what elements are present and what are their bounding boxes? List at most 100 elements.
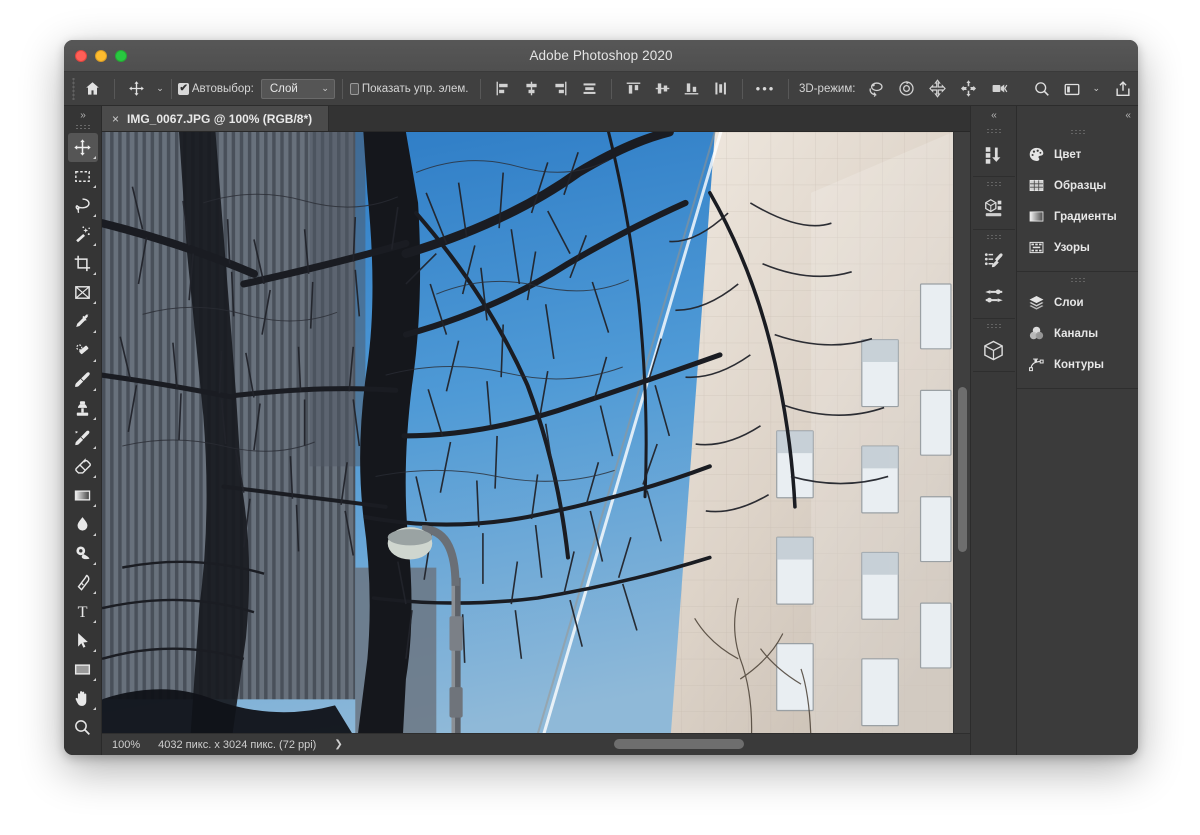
rail-group-grip[interactable]: [985, 128, 1002, 133]
window-controls[interactable]: [75, 50, 127, 62]
tool-brush[interactable]: [68, 365, 98, 394]
close-button[interactable]: [75, 50, 87, 62]
home-button[interactable]: [78, 76, 107, 102]
tool-gradient[interactable]: [68, 481, 98, 510]
panel-group-layers: Слои Каналы Контуры: [1017, 272, 1138, 389]
panel-button-3d[interactable]: [977, 335, 1011, 365]
options-separator-6: [741, 78, 743, 99]
hand-tool-icon: [75, 691, 87, 706]
distribute-horizontal-button[interactable]: [575, 76, 604, 102]
status-expand-arrow-icon[interactable]: ❯: [334, 739, 342, 750]
tool-move[interactable]: [67, 133, 98, 162]
panel-group-grip[interactable]: [1069, 129, 1086, 134]
tool-lasso[interactable]: [68, 191, 98, 220]
blur-tool-icon: [77, 517, 88, 531]
status-bar: 100% 4032 пикс. x 3024 пикс. (72 ppi) ❯: [102, 733, 970, 755]
rail-group-grip[interactable]: [985, 234, 1002, 239]
magic-wand-tool-icon: [76, 226, 90, 243]
tool-hand[interactable]: [68, 684, 98, 713]
show-transform-checkbox[interactable]: [349, 82, 359, 95]
close-icon[interactable]: ×: [112, 112, 119, 126]
canvas-vertical-scrollbar[interactable]: [953, 132, 970, 733]
rail-group-grip[interactable]: [985, 323, 1002, 328]
align-left-edges-button[interactable]: [488, 76, 517, 102]
tool-eyedropper[interactable]: [68, 307, 98, 336]
tool-spot-healing-brush[interactable]: [68, 336, 98, 365]
slide-3d-object-button[interactable]: [953, 76, 984, 102]
align-top-edges-button[interactable]: [619, 76, 648, 102]
minimize-button[interactable]: [95, 50, 107, 62]
tool-magic-wand[interactable]: [68, 220, 98, 249]
document-image[interactable]: [102, 132, 953, 733]
workspace-switcher-button[interactable]: [1057, 76, 1087, 102]
panel-item-color[interactable]: Цвет: [1017, 139, 1138, 170]
rail-group-grip[interactable]: [985, 181, 1002, 186]
panel-item-patterns[interactable]: Узоры: [1017, 232, 1138, 263]
tools-collapse-button[interactable]: »: [64, 106, 101, 124]
panel-button-history[interactable]: [977, 140, 1011, 170]
roll-3d-object-button[interactable]: [891, 76, 922, 102]
maximize-button[interactable]: [115, 50, 127, 62]
rotate-3d-object-button[interactable]: [860, 76, 891, 102]
brushes-panel-icon: [984, 289, 1003, 303]
document-tab[interactable]: × IMG_0067.JPG @ 100% (RGB/8*): [102, 106, 330, 131]
tool-pen[interactable]: [68, 568, 98, 597]
share-button[interactable]: [1108, 76, 1138, 102]
panel-item-label: Контуры: [1054, 358, 1104, 371]
options-separator-2: [170, 78, 172, 99]
zoom-level[interactable]: 100%: [112, 739, 140, 751]
active-tool-button[interactable]: [122, 76, 151, 102]
tool-rectangular-marquee[interactable]: [68, 162, 98, 191]
distribute-vertical-button[interactable]: [706, 76, 735, 102]
tool-history-brush[interactable]: [68, 423, 98, 452]
panels-dock: ‹‹ Цвет Образцы Градиенты Узоры Слои Кан…: [1016, 106, 1138, 755]
move-tool-icon: [129, 81, 145, 96]
autoselect-scope-select[interactable]: Слой ⌄: [260, 78, 335, 99]
canvas-viewport[interactable]: [102, 132, 970, 733]
actions-panel-icon: [984, 199, 1001, 217]
drag-3d-object-button[interactable]: [922, 76, 953, 102]
panel-button-brushes[interactable]: [977, 282, 1011, 312]
canvas-horizontal-scroll-thumb[interactable]: [614, 739, 744, 749]
window-title-bar: Adobe Photoshop 2020: [64, 40, 1138, 72]
more-options-button[interactable]: •••: [750, 76, 782, 102]
drag-3d-object-icon: [929, 79, 947, 98]
options-separator-1: [114, 78, 116, 99]
type-tool-icon: T: [78, 604, 88, 621]
tool-rectangle[interactable]: [68, 655, 98, 684]
align-horizontal-centers-button[interactable]: [517, 76, 546, 102]
panels-collapse-button[interactable]: ‹‹: [1017, 106, 1138, 124]
align-vertical-centers-button[interactable]: [648, 76, 677, 102]
scale-3d-camera-button[interactable]: [984, 76, 1015, 102]
search-button[interactable]: [1027, 76, 1057, 102]
options-bar-grip[interactable]: [70, 77, 77, 100]
tool-frame[interactable]: [68, 278, 98, 307]
panel-item-gradients[interactable]: Градиенты: [1017, 201, 1138, 232]
align-bottom-edges-button[interactable]: [677, 76, 706, 102]
panel-group-grip[interactable]: [1069, 277, 1086, 282]
panel-item-channels[interactable]: Каналы: [1017, 318, 1138, 349]
panel-button-actions[interactable]: [977, 193, 1011, 223]
tool-dodge[interactable]: [68, 539, 98, 568]
tool-preset-chevron-down-icon[interactable]: ⌄: [156, 83, 164, 94]
tools-panel-grip[interactable]: [74, 124, 91, 130]
tool-eraser[interactable]: [68, 452, 98, 481]
panel-item-paths[interactable]: Контуры: [1017, 349, 1138, 380]
canvas-vertical-scroll-thumb[interactable]: [958, 387, 967, 552]
panel-button-brush-settings[interactable]: [977, 246, 1011, 276]
workspace-chevron-down-icon[interactable]: ⌄: [1092, 83, 1100, 94]
autoselect-checkbox[interactable]: ✔: [178, 82, 189, 95]
tool-crop[interactable]: [68, 249, 98, 278]
align-right-edges-button[interactable]: [546, 76, 575, 102]
options-separator-4: [480, 78, 482, 99]
tool-type[interactable]: T: [68, 597, 98, 626]
panel-item-swatches[interactable]: Образцы: [1017, 170, 1138, 201]
rail-collapse-button[interactable]: ‹‹: [971, 106, 1016, 124]
tool-blur[interactable]: [68, 510, 98, 539]
panel-item-layers[interactable]: Слои: [1017, 287, 1138, 318]
tool-path-selection[interactable]: [68, 626, 98, 655]
3d-panel-icon: [984, 340, 1003, 360]
tool-clone-stamp[interactable]: [68, 394, 98, 423]
tool-zoom[interactable]: [68, 713, 98, 742]
options-bar: ⌄ ✔ Автовыбор: Слой ⌄ Показать упр. элем…: [64, 72, 1138, 106]
